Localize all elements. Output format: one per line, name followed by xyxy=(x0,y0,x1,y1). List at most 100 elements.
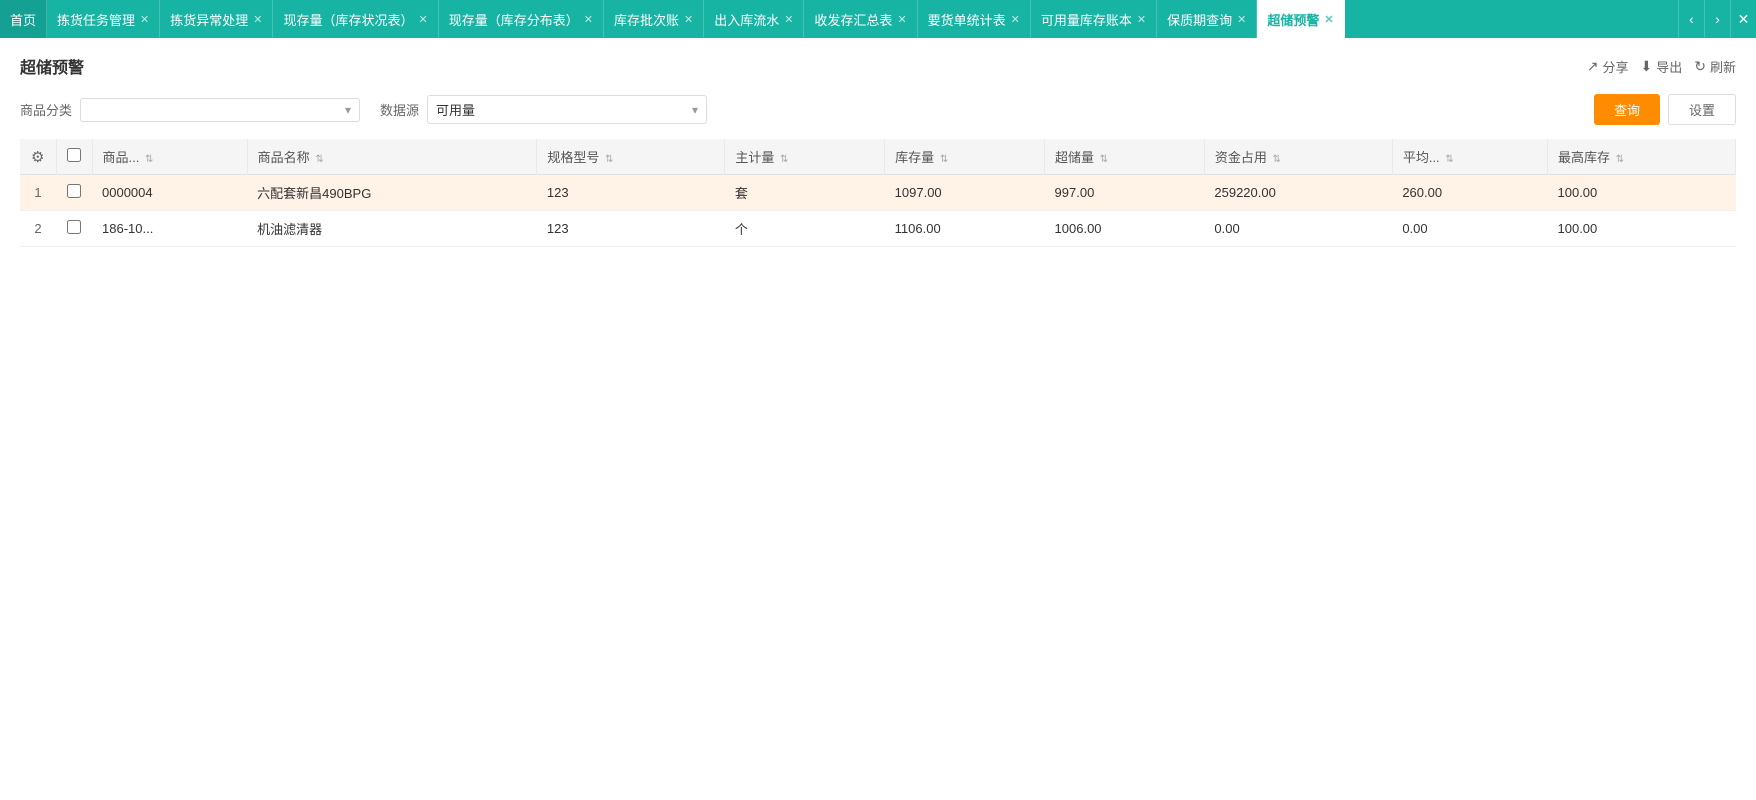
row-2-max-stock: 100.00 xyxy=(1548,211,1736,247)
row-2-stock: 1106.00 xyxy=(885,211,1045,247)
sort-icon-product-name: ⇅ xyxy=(315,154,323,165)
sort-icon-avg: ⇅ xyxy=(1445,154,1453,165)
nav-close-task-mgmt[interactable]: ✕ xyxy=(140,13,149,26)
sort-icon-max-stock: ⇅ xyxy=(1616,154,1624,165)
table-row: 2 186-10... 机油滤清器 123 个 1106.00 1006.00 … xyxy=(20,211,1736,247)
sort-icon-unit: ⇅ xyxy=(780,154,788,165)
table-row: 1 0000004 六配套新昌490BPG 123 套 1097.00 997.… xyxy=(20,175,1736,211)
top-nav: 首页 拣货任务管理 ✕ 拣货异常处理 ✕ 现存量（库存状况表） ✕ 现存量（库存… xyxy=(0,0,1756,38)
filter-select-datasource-value: 可用量 xyxy=(436,100,475,119)
sort-icon-capital: ⇅ xyxy=(1273,154,1281,165)
sort-icon-spec: ⇅ xyxy=(605,154,613,165)
nav-item-inventory-dist[interactable]: 现存量（库存分布表） ✕ xyxy=(439,0,604,38)
row-2-product-name: 机油滤清器 xyxy=(247,211,537,247)
nav-close-order-stats[interactable]: ✕ xyxy=(1011,13,1020,26)
chevron-down-icon-2: ▾ xyxy=(692,103,698,117)
col-header-avg[interactable]: 平均... ⇅ xyxy=(1392,139,1547,175)
filter-group-category: 商品分类 ▾ xyxy=(20,98,360,122)
table-header: ⚙ 商品... ⇅ 商品名称 ⇅ 规格型号 ⇅ xyxy=(20,139,1736,175)
row-1-avg: 260.00 xyxy=(1392,175,1547,211)
sort-icon-overstock: ⇅ xyxy=(1100,154,1108,165)
row-1-product-name: 六配套新昌490BPG xyxy=(247,175,537,211)
col-header-overstock[interactable]: 超储量 ⇅ xyxy=(1045,139,1205,175)
nav-close-overstock[interactable]: ✕ xyxy=(1324,13,1333,26)
filter-label-datasource: 数据源 xyxy=(380,100,419,119)
nav-close-inout-flow[interactable]: ✕ xyxy=(784,13,793,26)
nav-item-expiry[interactable]: 保质期查询 ✕ xyxy=(1157,0,1257,38)
filter-group-datasource: 数据源 可用量 ▾ xyxy=(380,95,707,124)
filter-label-category: 商品分类 xyxy=(20,100,72,119)
nav-arrows: ‹ › ✕ xyxy=(1678,0,1756,38)
row-1-product-code: 0000004 xyxy=(92,175,247,211)
row-2-checkbox[interactable] xyxy=(67,220,81,234)
nav-item-inventory-status[interactable]: 现存量（库存状况表） ✕ xyxy=(273,0,438,38)
row-2-capital: 0.00 xyxy=(1204,211,1392,247)
col-header-stock[interactable]: 库存量 ⇅ xyxy=(885,139,1045,175)
col-header-product-code[interactable]: 商品... ⇅ xyxy=(92,139,247,175)
select-all-checkbox[interactable] xyxy=(67,148,81,162)
table-body: 1 0000004 六配套新昌490BPG 123 套 1097.00 997.… xyxy=(20,175,1736,247)
overstock-table: ⚙ 商品... ⇅ 商品名称 ⇅ 规格型号 ⇅ xyxy=(20,139,1736,247)
col-header-checkbox[interactable] xyxy=(56,139,92,175)
nav-item-order-stats[interactable]: 要货单统计表 ✕ xyxy=(918,0,1031,38)
nav-arrow-right[interactable]: › xyxy=(1704,0,1730,38)
row-2-unit: 个 xyxy=(725,211,885,247)
col-header-capital[interactable]: 资金占用 ⇅ xyxy=(1204,139,1392,175)
nav-item-inout-flow[interactable]: 出入库流水 ✕ xyxy=(704,0,804,38)
nav-close-batch-account[interactable]: ✕ xyxy=(684,13,693,26)
row-1-overstock: 997.00 xyxy=(1045,175,1205,211)
row-checkbox-1[interactable] xyxy=(56,175,92,211)
row-1-stock: 1097.00 xyxy=(885,175,1045,211)
nav-close-usable-account[interactable]: ✕ xyxy=(1137,13,1146,26)
filter-select-category[interactable]: ▾ xyxy=(80,98,360,122)
row-1-max-stock: 100.00 xyxy=(1548,175,1736,211)
nav-close-inventory-status[interactable]: ✕ xyxy=(419,13,428,26)
nav-close-abnormal[interactable]: ✕ xyxy=(253,13,262,26)
header-actions: ↗ 分享 ⬇ 导出 ↻ 刷新 xyxy=(1587,57,1736,76)
sort-icon-stock: ⇅ xyxy=(940,154,948,165)
export-icon: ⬇ xyxy=(1641,58,1653,75)
row-1-checkbox[interactable] xyxy=(67,184,81,198)
row-1-capital: 259220.00 xyxy=(1204,175,1392,211)
row-1-spec: 123 xyxy=(537,175,725,211)
col-header-product-name[interactable]: 商品名称 ⇅ xyxy=(247,139,537,175)
gear-icon[interactable]: ⚙ xyxy=(31,149,44,166)
nav-close-collect-send[interactable]: ✕ xyxy=(897,13,906,26)
row-2-avg: 0.00 xyxy=(1392,211,1547,247)
nav-item-collect-send[interactable]: 收发存汇总表 ✕ xyxy=(804,0,917,38)
export-button[interactable]: ⬇ 导出 xyxy=(1641,57,1683,76)
nav-close-inventory-dist[interactable]: ✕ xyxy=(584,13,593,26)
col-header-unit[interactable]: 主计量 ⇅ xyxy=(725,139,885,175)
share-icon: ↗ xyxy=(1587,58,1599,75)
row-2-product-code: 186-10... xyxy=(92,211,247,247)
page-header: 超储预警 ↗ 分享 ⬇ 导出 ↻ 刷新 xyxy=(20,54,1736,78)
col-header-max-stock[interactable]: 最高库存 ⇅ xyxy=(1548,139,1736,175)
row-checkbox-2[interactable] xyxy=(56,211,92,247)
share-button[interactable]: ↗ 分享 xyxy=(1587,57,1629,76)
refresh-button[interactable]: ↻ 刷新 xyxy=(1694,57,1736,76)
nav-item-usable-account[interactable]: 可用量库存账本 ✕ xyxy=(1031,0,1157,38)
nav-item-abnormal[interactable]: 拣货异常处理 ✕ xyxy=(160,0,273,38)
refresh-icon: ↻ xyxy=(1694,58,1706,75)
settings-button[interactable]: 设置 xyxy=(1668,94,1736,125)
filter-select-datasource[interactable]: 可用量 ▾ xyxy=(427,95,707,124)
nav-arrow-left[interactable]: ‹ xyxy=(1678,0,1704,38)
nav-item-home[interactable]: 首页 xyxy=(0,0,47,38)
sort-icon-product-code: ⇅ xyxy=(145,154,153,165)
nav-item-overstock[interactable]: 超储预警 ✕ xyxy=(1257,0,1344,38)
row-number-2: 2 xyxy=(20,211,56,247)
nav-arrow-close[interactable]: ✕ xyxy=(1730,0,1756,38)
page-title: 超储预警 xyxy=(20,54,84,78)
row-2-spec: 123 xyxy=(537,211,725,247)
nav-item-task-mgmt[interactable]: 拣货任务管理 ✕ xyxy=(47,0,160,38)
filter-right-buttons: 查询 设置 xyxy=(1594,94,1736,125)
col-header-spec[interactable]: 规格型号 ⇅ xyxy=(537,139,725,175)
nav-close-expiry[interactable]: ✕ xyxy=(1237,13,1246,26)
table-container: ⚙ 商品... ⇅ 商品名称 ⇅ 规格型号 ⇅ xyxy=(20,139,1736,247)
nav-item-batch-account[interactable]: 库存批次账 ✕ xyxy=(604,0,704,38)
chevron-down-icon: ▾ xyxy=(345,103,351,117)
page-content: 超储预警 ↗ 分享 ⬇ 导出 ↻ 刷新 商品分类 ▾ 数据源 xyxy=(0,38,1756,263)
query-button[interactable]: 查询 xyxy=(1594,94,1660,125)
col-header-settings[interactable]: ⚙ xyxy=(20,139,56,175)
row-1-unit: 套 xyxy=(725,175,885,211)
